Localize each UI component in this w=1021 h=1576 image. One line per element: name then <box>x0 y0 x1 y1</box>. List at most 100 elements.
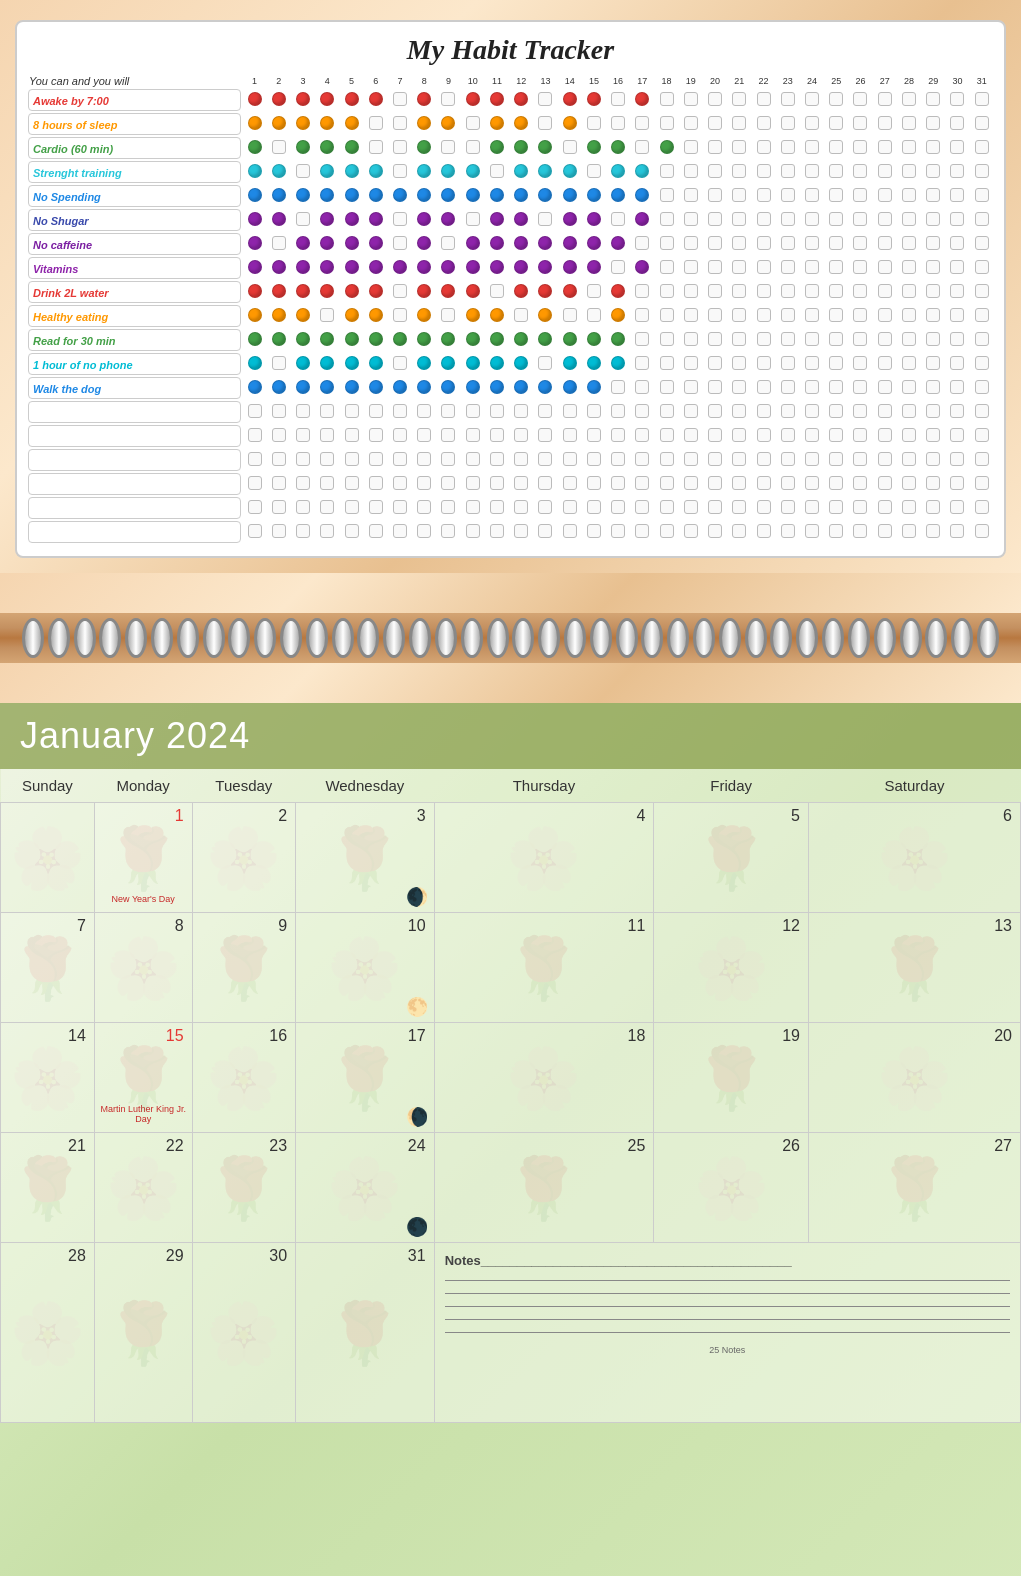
empty-box[interactable] <box>708 524 722 538</box>
habit-cell-6-27[interactable] <box>873 232 897 256</box>
filled-dot[interactable] <box>417 116 431 130</box>
habit-cell-5-24[interactable] <box>800 208 824 232</box>
empty-box[interactable] <box>320 308 334 322</box>
habit-cell-3-13[interactable] <box>533 160 557 184</box>
empty-box[interactable] <box>853 428 867 442</box>
habit-cell-13-9[interactable] <box>436 400 460 424</box>
empty-box[interactable] <box>926 188 940 202</box>
empty-box[interactable] <box>490 500 504 514</box>
empty-box[interactable] <box>853 188 867 202</box>
filled-dot[interactable] <box>441 188 455 202</box>
empty-box[interactable] <box>684 476 698 490</box>
empty-box[interactable] <box>393 356 407 370</box>
empty-box[interactable] <box>902 116 916 130</box>
empty-box[interactable] <box>708 236 722 250</box>
empty-box[interactable] <box>466 476 480 490</box>
empty-box[interactable] <box>975 116 989 130</box>
empty-box[interactable] <box>660 356 674 370</box>
habit-cell-0-4[interactable] <box>315 88 339 112</box>
habit-cell-3-28[interactable] <box>897 160 921 184</box>
empty-box[interactable] <box>248 476 262 490</box>
empty-box[interactable] <box>393 140 407 154</box>
filled-dot[interactable] <box>417 260 431 274</box>
empty-box[interactable] <box>514 452 528 466</box>
empty-box[interactable] <box>417 428 431 442</box>
filled-dot[interactable] <box>248 284 262 298</box>
filled-dot[interactable] <box>272 188 286 202</box>
habit-cell-9-10[interactable] <box>461 304 485 328</box>
habit-cell-3-21[interactable] <box>727 160 751 184</box>
habit-cell-18-9[interactable] <box>436 520 460 544</box>
empty-box[interactable] <box>538 212 552 226</box>
filled-dot[interactable] <box>441 380 455 394</box>
empty-box[interactable] <box>732 380 746 394</box>
habit-cell-2-28[interactable] <box>897 136 921 160</box>
habit-cell-18-10[interactable] <box>461 520 485 544</box>
empty-box[interactable] <box>417 476 431 490</box>
habit-cell-13-30[interactable] <box>945 400 969 424</box>
empty-box[interactable] <box>926 92 940 106</box>
habit-cell-2-19[interactable] <box>679 136 703 160</box>
habit-cell-2-17[interactable] <box>630 136 654 160</box>
filled-dot[interactable] <box>611 236 625 250</box>
empty-box[interactable] <box>975 380 989 394</box>
empty-box[interactable] <box>272 500 286 514</box>
habit-cell-9-20[interactable] <box>703 304 727 328</box>
habit-cell-2-26[interactable] <box>848 136 872 160</box>
empty-box[interactable] <box>708 116 722 130</box>
habit-cell-12-8[interactable] <box>412 376 436 400</box>
habit-cell-13-28[interactable] <box>897 400 921 424</box>
empty-box[interactable] <box>272 236 286 250</box>
empty-box[interactable] <box>902 188 916 202</box>
filled-dot[interactable] <box>393 332 407 346</box>
empty-box[interactable] <box>781 188 795 202</box>
filled-dot[interactable] <box>441 332 455 346</box>
habit-cell-4-18[interactable] <box>654 184 678 208</box>
habit-cell-16-22[interactable] <box>751 472 775 496</box>
filled-dot[interactable] <box>538 236 552 250</box>
habit-cell-16-27[interactable] <box>873 472 897 496</box>
habit-cell-1-3[interactable] <box>291 112 315 136</box>
habit-cell-4-27[interactable] <box>873 184 897 208</box>
habit-cell-11-24[interactable] <box>800 352 824 376</box>
empty-box[interactable] <box>853 164 867 178</box>
empty-box[interactable] <box>926 428 940 442</box>
habit-cell-6-6[interactable] <box>364 232 388 256</box>
habit-cell-15-30[interactable] <box>945 448 969 472</box>
habit-cell-6-29[interactable] <box>921 232 945 256</box>
habit-cell-0-15[interactable] <box>582 88 606 112</box>
habit-cell-11-23[interactable] <box>776 352 800 376</box>
filled-dot[interactable] <box>320 116 334 130</box>
filled-dot[interactable] <box>514 284 528 298</box>
empty-box[interactable] <box>853 452 867 466</box>
empty-box[interactable] <box>684 92 698 106</box>
empty-box[interactable] <box>950 236 964 250</box>
empty-box[interactable] <box>926 404 940 418</box>
habit-cell-2-9[interactable] <box>436 136 460 160</box>
habit-cell-4-11[interactable] <box>485 184 509 208</box>
filled-dot[interactable] <box>369 332 383 346</box>
filled-dot[interactable] <box>441 116 455 130</box>
habit-cell-15-6[interactable] <box>364 448 388 472</box>
empty-box[interactable] <box>829 476 843 490</box>
habit-cell-11-12[interactable] <box>509 352 533 376</box>
habit-cell-16-21[interactable] <box>727 472 751 496</box>
empty-box[interactable] <box>829 428 843 442</box>
habit-cell-6-25[interactable] <box>824 232 848 256</box>
filled-dot[interactable] <box>635 188 649 202</box>
habit-cell-11-16[interactable] <box>606 352 630 376</box>
habit-cell-15-18[interactable] <box>654 448 678 472</box>
habit-cell-8-31[interactable] <box>970 280 994 304</box>
empty-box[interactable] <box>781 356 795 370</box>
empty-box[interactable] <box>635 332 649 346</box>
empty-box[interactable] <box>660 428 674 442</box>
empty-box[interactable] <box>684 452 698 466</box>
habit-cell-7-29[interactable] <box>921 256 945 280</box>
filled-dot[interactable] <box>563 116 577 130</box>
habit-cell-7-7[interactable] <box>388 256 412 280</box>
habit-cell-13-22[interactable] <box>751 400 775 424</box>
empty-box[interactable] <box>514 308 528 322</box>
habit-cell-15-11[interactable] <box>485 448 509 472</box>
filled-dot[interactable] <box>248 380 262 394</box>
habit-cell-6-19[interactable] <box>679 232 703 256</box>
